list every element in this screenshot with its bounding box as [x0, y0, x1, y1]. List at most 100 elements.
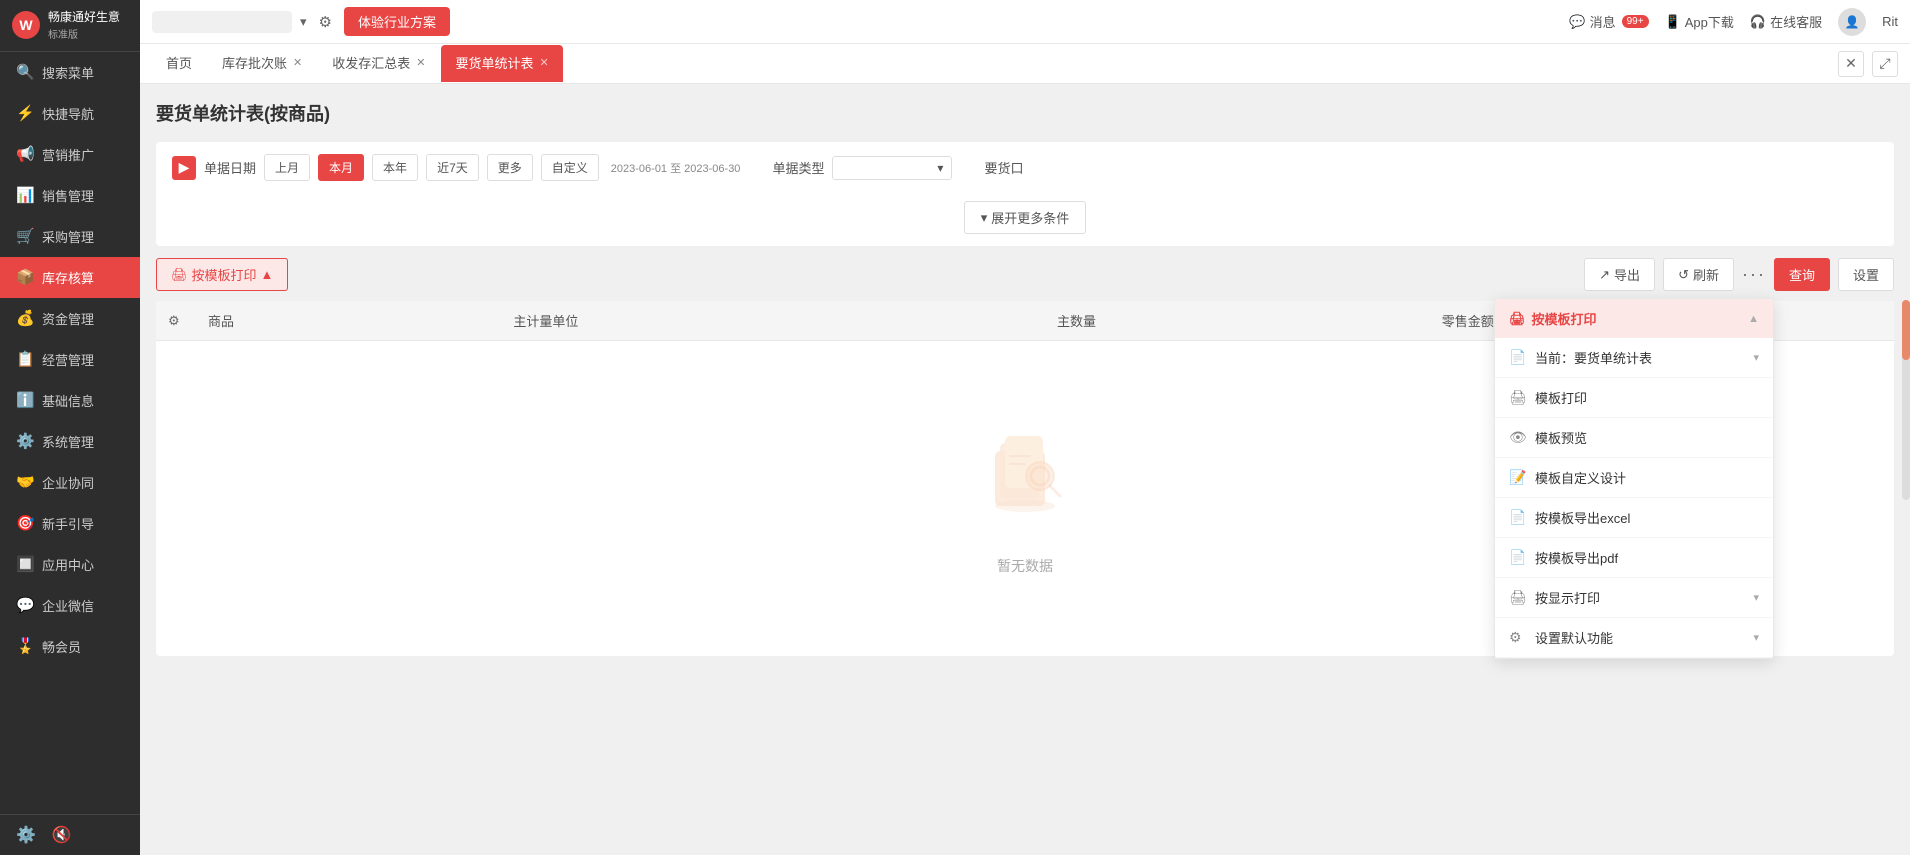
filter-expand-icon[interactable]: ▶ [172, 156, 196, 180]
date-custom[interactable]: 自定义 [541, 154, 599, 181]
date-curr-year[interactable]: 本年 [372, 154, 418, 181]
expand-chevron-icon: ▾ [981, 210, 988, 226]
tab-home[interactable]: 首页 [152, 45, 206, 82]
topbar: ▾ ⚙ 体验行业方案 💬 消息 99+ 📱 App下载 🎧 在线客服 👤 Rit [140, 0, 1910, 44]
current-template-label: 当前：要货单统计表 [1535, 348, 1652, 367]
table-gear-icon[interactable]: ⚙ [168, 313, 180, 328]
topbar-dropdown[interactable]: ▾ [300, 14, 307, 30]
notifications-item[interactable]: 💬 消息 99+ [1569, 12, 1648, 31]
sidebar-item-appstore[interactable]: 🔲应用中心 [0, 544, 140, 585]
topbar-gear-icon[interactable]: ⚙ [319, 13, 332, 31]
settings-button[interactable]: 设置 [1838, 258, 1894, 291]
template-design-item[interactable]: 📝 模板自定义设计 [1495, 458, 1773, 498]
sidebar-icon-member: 🎖️ [16, 637, 34, 655]
industry-button[interactable]: 体验行业方案 [344, 7, 450, 36]
tab-order-stat-label: 要货单统计表 [455, 53, 533, 72]
refresh-button[interactable]: ↺ 刷新 [1663, 258, 1734, 291]
tab-collection-close[interactable]: ✕ [416, 56, 425, 69]
empty-text: 暂无数据 [997, 556, 1053, 576]
online-service-item[interactable]: 🎧 在线客服 [1750, 12, 1822, 31]
user-name[interactable]: Rit [1882, 14, 1898, 29]
user-avatar[interactable]: 👤 [1838, 8, 1866, 36]
sidebar-label-wechat: 企业微信 [42, 596, 94, 615]
sidebar-label-marketing: 营销推广 [42, 145, 94, 164]
tab-collection[interactable]: 收发存汇总表 ✕ [318, 45, 439, 82]
set-default-label: 设置默认功能 [1535, 628, 1613, 647]
print-dropdown: 🖨 按模板打印 ▲ 📄 当前：要货单统计表 ▾ 🖨 模板打印 [1494, 298, 1774, 659]
export-button[interactable]: ↗ 导出 [1584, 258, 1655, 291]
date-prev-month[interactable]: 上月 [264, 154, 310, 181]
sidebar-item-enterprise[interactable]: 🤝企业协同 [0, 462, 140, 503]
tab-batch[interactable]: 库存批次账 ✕ [208, 45, 316, 82]
sidebar-item-inventory[interactable]: 📦库存核算 [0, 257, 140, 298]
sidebar-label-shortcut: 快捷导航 [42, 104, 94, 123]
display-print-item[interactable]: 🖨 按显示打印 ▾ [1495, 578, 1773, 618]
download-icon: 📱 [1665, 14, 1681, 30]
template-preview-label: 模板预览 [1535, 428, 1587, 447]
scrollbar-thumb [1902, 300, 1910, 360]
sidebar-label-member: 畅会员 [42, 637, 81, 656]
tab-batch-label: 库存批次账 [222, 53, 287, 72]
template-pdf-item[interactable]: 📄 按模板导出pdf [1495, 538, 1773, 578]
template-preview-item[interactable]: 👁 模板预览 [1495, 418, 1773, 458]
toolbar: 🖨 按模板打印 ▲ ↗ 导出 ↺ 刷新 ··· 查询 设置 [156, 258, 1894, 291]
template-preview-icon: 👁 [1509, 429, 1525, 446]
tab-minimize-btn[interactable]: ✕ [1838, 51, 1864, 77]
display-print-chevron: ▾ [1753, 591, 1759, 604]
sidebar-item-wechat[interactable]: 💬企业微信 [0, 585, 140, 626]
expand-more-btn[interactable]: ▾ 展开更多条件 [964, 201, 1087, 234]
print-header-icon: 🖨 [1509, 311, 1526, 327]
template-design-icon: 📝 [1509, 469, 1525, 486]
set-default-item[interactable]: ⚙ 设置默认功能 ▾ [1495, 618, 1773, 658]
template-pdf-icon: 📄 [1509, 549, 1525, 566]
sidebar-item-shortcut[interactable]: ⚡快捷导航 [0, 93, 140, 134]
tab-order-stat-close[interactable]: ✕ [540, 56, 549, 69]
logo-text: 畅康通好生意 [48, 10, 120, 26]
app-logo: W 畅康通好生意 标准版 [0, 0, 140, 52]
tab-batch-close[interactable]: ✕ [293, 56, 302, 69]
expand-more-label: 展开更多条件 [991, 208, 1069, 227]
settings-icon[interactable]: ⚙️ [16, 825, 36, 845]
logo-icon: W [12, 11, 40, 39]
sidebar-item-operation[interactable]: 📋经营管理 [0, 339, 140, 380]
sidebar-item-search[interactable]: 🔍搜索菜单 [0, 52, 140, 93]
query-button[interactable]: 查询 [1774, 258, 1830, 291]
sidebar-item-marketing[interactable]: 📢营销推广 [0, 134, 140, 175]
search-input[interactable] [152, 11, 292, 33]
sidebar-item-finance[interactable]: 💰资金管理 [0, 298, 140, 339]
date-7days[interactable]: 近7天 [426, 154, 479, 181]
sidebar-item-guide[interactable]: 🎯新手引导 [0, 503, 140, 544]
sidebar-icon-sales: 📊 [16, 186, 34, 204]
sidebar-icon-purchase: 🛒 [16, 227, 34, 245]
sidebar-label-purchase: 采购管理 [42, 227, 94, 246]
mute-icon[interactable]: 🔇 [52, 825, 72, 845]
sidebar-label-sales: 销售管理 [42, 186, 94, 205]
sidebar-icon-inventory: 📦 [16, 268, 34, 286]
sidebar-item-system[interactable]: ⚙️系统管理 [0, 421, 140, 462]
date-curr-month[interactable]: 本月 [318, 154, 364, 181]
print-template-button[interactable]: 🖨 按模板打印 ▲ [156, 258, 288, 291]
print-header-chevron-up[interactable]: ▲ [1748, 313, 1759, 325]
template-print-item[interactable]: 🖨 模板打印 [1495, 378, 1773, 418]
sidebar-item-purchase[interactable]: 🛒 采购管理 [0, 216, 140, 257]
tab-maximize-btn[interactable]: ⤢ [1872, 51, 1898, 77]
logo-badge: 标准版 [48, 26, 120, 41]
app-download-item[interactable]: 📱 App下载 [1665, 12, 1734, 31]
sidebar-item-basic[interactable]: ℹ️基础信息 [0, 380, 140, 421]
empty-illustration [975, 421, 1075, 540]
sidebar-icon-finance: 💰 [16, 309, 34, 327]
date-more[interactable]: 更多 [487, 154, 533, 181]
type-label: 单据类型 [772, 158, 824, 177]
sidebar-item-member[interactable]: 🎖️ 畅会员 [0, 626, 140, 667]
current-template-item[interactable]: 📄 当前：要货单统计表 ▾ [1495, 338, 1773, 378]
type-select[interactable]: ▾ [832, 156, 952, 180]
right-scrollbar[interactable] [1902, 300, 1910, 500]
sidebar-item-sales[interactable]: 📊 销售管理 [0, 175, 140, 216]
order-type-label: 要货口 [984, 158, 1023, 177]
sidebar-nav: 🔍搜索菜单⚡快捷导航📢营销推广 📊 销售管理 🛒 采购管理 📦库存核算💰资金管理📋经营管理… [0, 52, 140, 814]
print-template-label: 按模板打印 [192, 265, 257, 284]
template-excel-item[interactable]: 📄 按模板导出excel [1495, 498, 1773, 538]
tab-order-stat[interactable]: 要货单统计表 ✕ [441, 45, 562, 82]
more-options-icon[interactable]: ··· [1742, 264, 1766, 285]
template-pdf-label: 按模板导出pdf [1535, 548, 1618, 567]
